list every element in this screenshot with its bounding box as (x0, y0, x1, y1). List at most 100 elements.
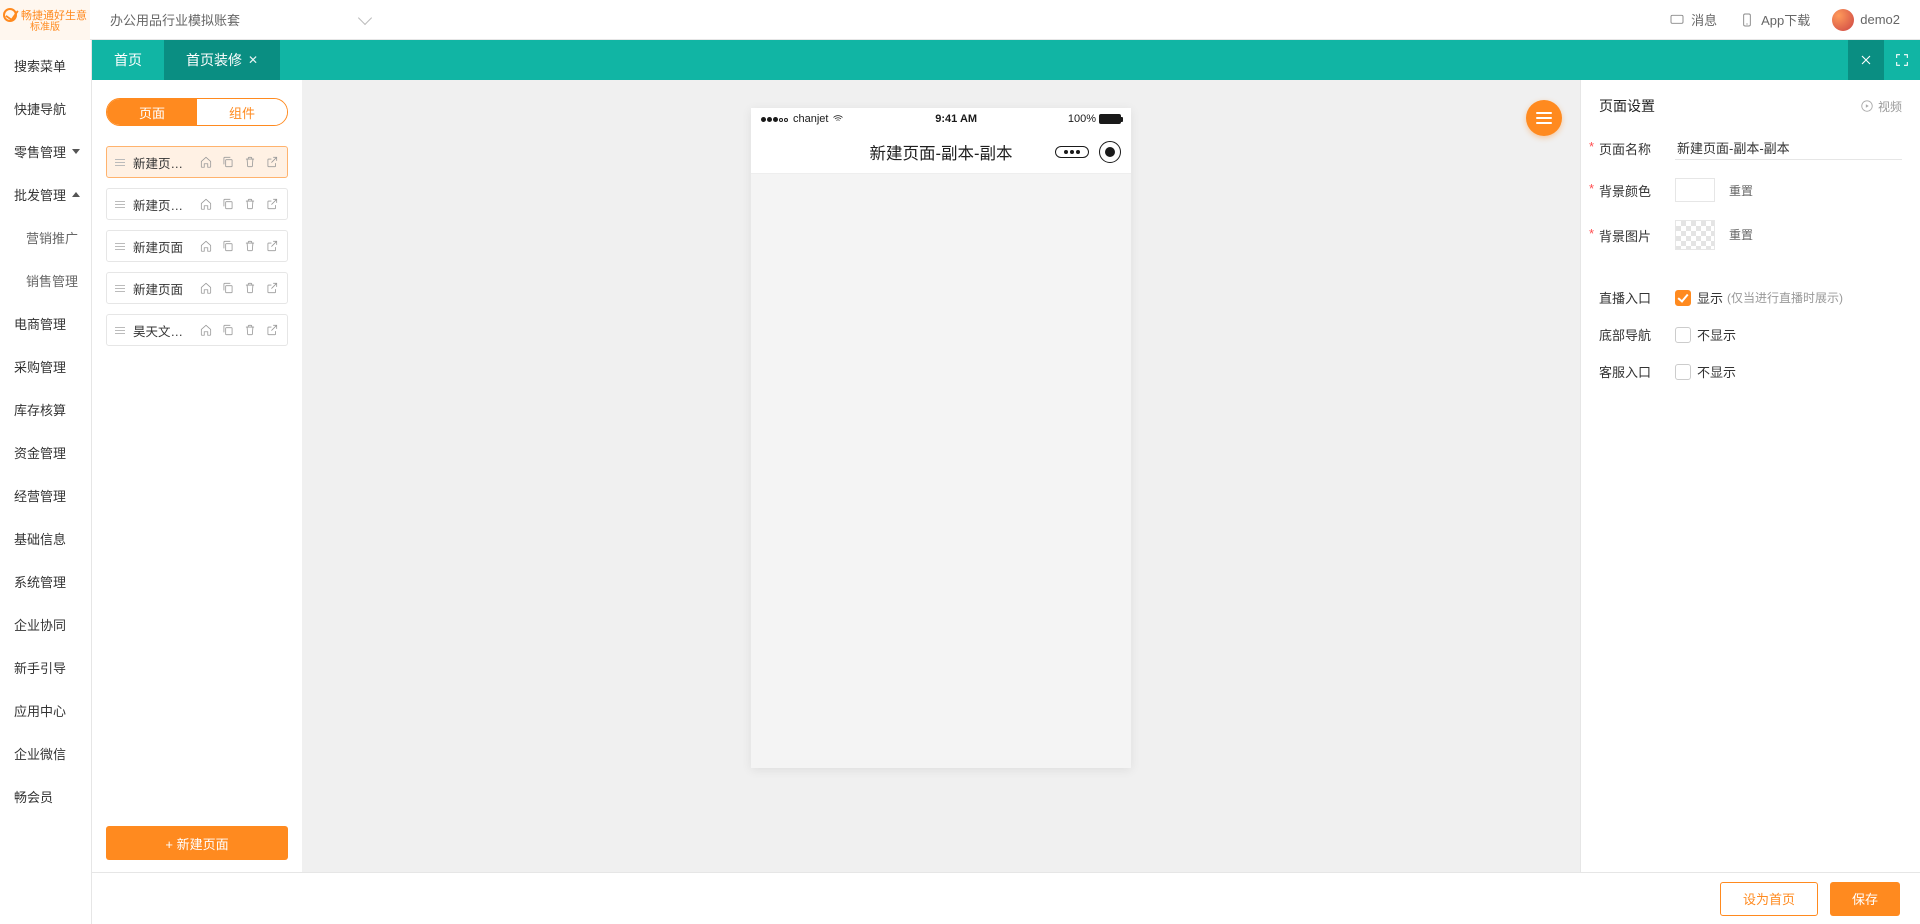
sidebar-item-label: 企业协同 (14, 615, 66, 634)
bottom-nav-checkbox[interactable] (1675, 327, 1691, 343)
sidebar-item[interactable]: 企业协同 (0, 603, 91, 646)
sidebar-item-label: 快捷导航 (14, 99, 66, 118)
carrier-label: chanjet (793, 113, 828, 125)
account-selector[interactable]: 办公用品行业模拟账套 (110, 10, 370, 29)
phone-body[interactable] (751, 174, 1131, 768)
video-link[interactable]: 视频 (1860, 98, 1902, 115)
new-page-button[interactable]: + 新建页面 (106, 826, 288, 860)
page-row[interactable]: 新建页面-副本... (106, 146, 288, 178)
sidebar-item[interactable]: 经营管理 (0, 474, 91, 517)
bg-image-picker[interactable] (1675, 220, 1715, 250)
delete-icon[interactable] (243, 281, 257, 295)
page-row-label: 新建页面 (133, 237, 191, 256)
copy-icon[interactable] (221, 323, 235, 337)
page-row[interactable]: 新建页面-副本 (106, 188, 288, 220)
page-row-label: 新建页面-副本 (133, 195, 191, 214)
bg-color-swatch[interactable] (1675, 178, 1715, 202)
bg-image-label: 背景图片 (1599, 220, 1675, 245)
caret-up-icon (72, 192, 80, 197)
page-row[interactable]: 昊天文具店 (106, 314, 288, 346)
sidebar-item[interactable]: 畅会员 (0, 775, 91, 818)
live-entry-checkbox[interactable] (1675, 290, 1691, 306)
sidebar-item[interactable]: 销售管理 (0, 259, 91, 302)
home-icon[interactable] (199, 197, 213, 211)
sidebar-item-label: 电商管理 (14, 314, 66, 333)
sidebar-item[interactable]: 应用中心 (0, 689, 91, 732)
sidebar-item-label: 经营管理 (14, 486, 66, 505)
components-fab[interactable] (1526, 100, 1562, 136)
sidebar-item[interactable]: 采购管理 (0, 345, 91, 388)
close-icon[interactable]: ✕ (248, 53, 258, 67)
sidebar-item[interactable]: 库存核算 (0, 388, 91, 431)
sidebar-item[interactable]: 快捷导航 (0, 87, 91, 130)
copy-icon[interactable] (221, 155, 235, 169)
share-icon[interactable] (265, 239, 279, 253)
copy-icon[interactable] (221, 239, 235, 253)
sidebar-item-label: 新手引导 (14, 658, 66, 677)
sidebar-item[interactable]: 电商管理 (0, 302, 91, 345)
home-icon[interactable] (199, 155, 213, 169)
drag-icon[interactable] (115, 159, 125, 166)
page-name-input[interactable] (1675, 136, 1902, 160)
live-entry-hint: (仅当进行直播时展示) (1727, 289, 1843, 306)
share-icon[interactable] (265, 155, 279, 169)
seg-page-tab[interactable]: 页面 (107, 99, 197, 125)
bg-image-reset[interactable]: 重置 (1729, 220, 1753, 243)
set-home-button[interactable]: 设为首页 (1720, 882, 1818, 916)
brand-name: 畅捷通好生意 (21, 7, 87, 23)
sidebar-item[interactable]: 系统管理 (0, 560, 91, 603)
workspace: 页面 组件 新建页面-副本...新建页面-副本新建页面新建页面昊天文具店 + 新… (92, 80, 1920, 872)
phone-page-title: 新建页面-副本-副本 (870, 140, 1013, 164)
delete-icon[interactable] (243, 197, 257, 211)
fullscreen-button[interactable] (1884, 40, 1920, 80)
account-name: 办公用品行业模拟账套 (110, 10, 240, 29)
delete-icon[interactable] (243, 155, 257, 169)
live-entry-text: 显示 (1697, 288, 1723, 307)
messages-button[interactable]: 消息 (1669, 10, 1717, 29)
bg-color-reset[interactable]: 重置 (1729, 182, 1753, 199)
seg-component-tab[interactable]: 组件 (197, 99, 287, 125)
tab-label: 首页装修 (186, 50, 242, 70)
copy-icon[interactable] (221, 197, 235, 211)
bottom-nav-label: 底部导航 (1599, 325, 1675, 344)
page-list: 新建页面-副本...新建页面-副本新建页面新建页面昊天文具店 (106, 146, 288, 346)
sidebar-item[interactable]: 搜索菜单 (0, 44, 91, 87)
sidebar-item[interactable]: 批发管理 (0, 173, 91, 216)
home-icon[interactable] (199, 323, 213, 337)
tab[interactable]: 首页 (92, 40, 164, 80)
delete-icon[interactable] (243, 323, 257, 337)
live-entry-label: 直播入口 (1599, 288, 1675, 307)
share-icon[interactable] (265, 281, 279, 295)
home-icon[interactable] (199, 239, 213, 253)
sidebar-item[interactable]: 零售管理 (0, 130, 91, 173)
app-download-button[interactable]: App下载 (1739, 10, 1810, 29)
page-row[interactable]: 新建页面 (106, 230, 288, 262)
sidebar-item[interactable]: 企业微信 (0, 732, 91, 775)
sidebar-item[interactable]: 资金管理 (0, 431, 91, 474)
sidebar-item[interactable]: 基础信息 (0, 517, 91, 560)
wifi-icon (832, 113, 844, 125)
service-label: 客服入口 (1599, 362, 1675, 381)
sidebar-item[interactable]: 新手引导 (0, 646, 91, 689)
share-icon[interactable] (265, 323, 279, 337)
user-menu[interactable]: demo2 (1832, 9, 1900, 31)
home-icon[interactable] (199, 281, 213, 295)
service-text: 不显示 (1697, 362, 1736, 381)
drag-icon[interactable] (115, 243, 125, 250)
tab[interactable]: 首页装修 ✕ (164, 40, 280, 80)
page-row[interactable]: 新建页面 (106, 272, 288, 304)
drag-icon[interactable] (115, 201, 125, 208)
close-panel-button[interactable] (1848, 40, 1884, 80)
drag-icon[interactable] (115, 327, 125, 334)
save-button[interactable]: 保存 (1830, 882, 1900, 916)
footer: 设为首页 保存 (92, 872, 1920, 924)
play-icon (1860, 99, 1874, 113)
drag-icon[interactable] (115, 285, 125, 292)
delete-icon[interactable] (243, 239, 257, 253)
sidebar-item[interactable]: 营销推广 (0, 216, 91, 259)
segmented-control: 页面 组件 (106, 98, 288, 126)
settings-title: 页面设置 (1599, 96, 1655, 116)
share-icon[interactable] (265, 197, 279, 211)
service-checkbox[interactable] (1675, 364, 1691, 380)
copy-icon[interactable] (221, 281, 235, 295)
